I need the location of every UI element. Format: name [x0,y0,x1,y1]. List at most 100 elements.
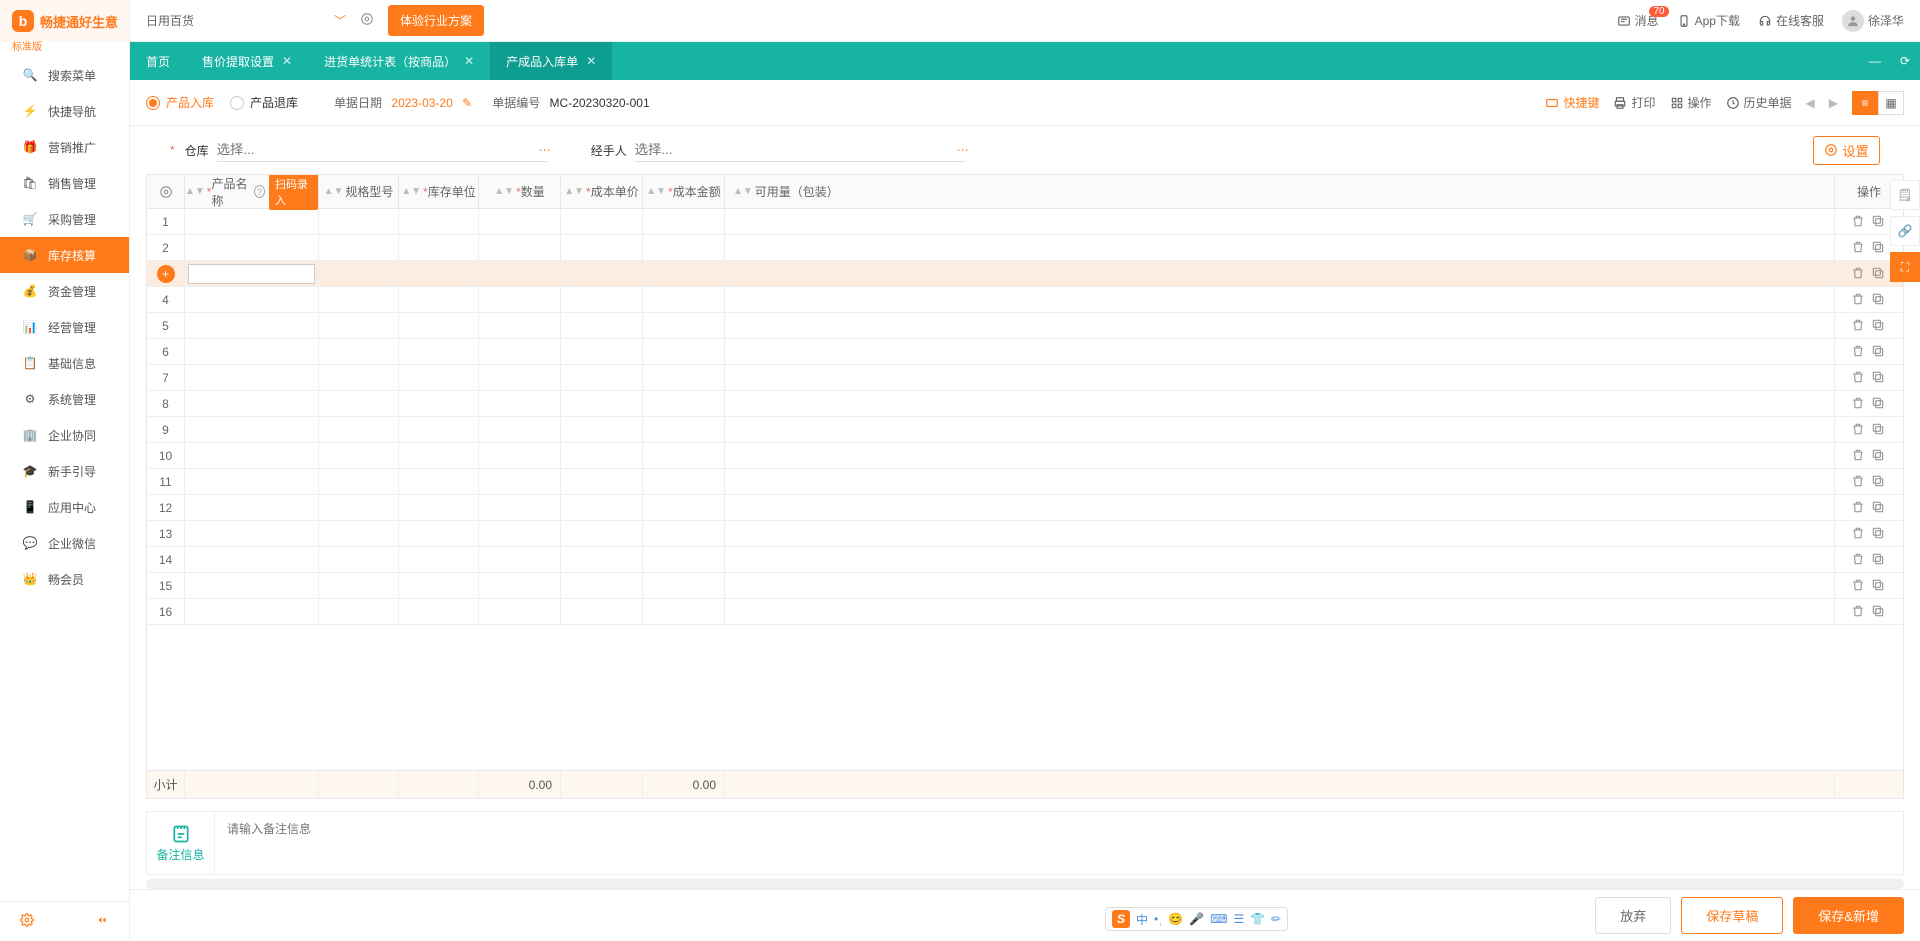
col-qty[interactable]: ▲▼*数量 [479,175,561,208]
online-service-button[interactable]: 在线客服 [1758,12,1824,29]
edit-icon[interactable]: ✎ [462,96,472,110]
table-row[interactable]: 5 [147,313,1903,339]
radio-product-out[interactable]: 产品退库 [230,94,298,111]
sidebar-item-9[interactable]: ⚙系统管理 [0,381,129,417]
table-row[interactable]: 13 [147,521,1903,547]
tab-3[interactable]: 产成品入库单✕ [490,42,612,80]
table-row[interactable]: 12 [147,495,1903,521]
table-row[interactable]: 15 [147,573,1903,599]
delete-row-icon[interactable] [1851,266,1867,282]
user-menu[interactable]: 徐泽华 [1842,10,1904,32]
sidebar-item-4[interactable]: 🛒采购管理 [0,201,129,237]
next-button[interactable]: ▶ [1829,96,1838,110]
sidebar-item-11[interactable]: 🎓新手引导 [0,453,129,489]
sidebar-item-5[interactable]: 📦库存核算 [0,237,129,273]
sidebar-item-8[interactable]: 📋基础信息 [0,345,129,381]
history-button[interactable]: 历史单据 [1726,94,1792,111]
view-card[interactable]: ▦ [1878,91,1904,115]
delete-row-icon[interactable] [1851,422,1867,438]
table-row[interactable]: 1 [147,209,1903,235]
copy-row-icon[interactable] [1871,422,1887,438]
remark-input[interactable] [215,812,1903,874]
sidebar-item-6[interactable]: 💰资金管理 [0,273,129,309]
table-row[interactable]: 7 [147,365,1903,391]
copy-row-icon[interactable] [1871,318,1887,334]
handler-input[interactable] [635,138,965,162]
settings-icon[interactable] [20,913,34,930]
try-industry-button[interactable]: 体验行业方案 [388,5,484,36]
copy-row-icon[interactable] [1871,396,1887,412]
col-product-name[interactable]: ▲▼*产品名称?扫码录入 [185,175,319,208]
gear-icon[interactable] [360,12,374,29]
save-new-button[interactable]: 保存&新增 [1793,897,1904,934]
delete-row-icon[interactable] [1851,370,1867,386]
delete-row-icon[interactable] [1851,214,1867,230]
delete-row-icon[interactable] [1851,344,1867,360]
sidebar-item-12[interactable]: 📱应用中心 [0,489,129,525]
table-row[interactable]: 4 [147,287,1903,313]
sidebar-item-7[interactable]: 📊经营管理 [0,309,129,345]
sidebar-item-2[interactable]: 🎁营销推广 [0,129,129,165]
col-settings[interactable] [147,175,185,208]
copy-row-icon[interactable] [1871,344,1887,360]
handler-picker-icon[interactable]: ⋯ [957,143,969,157]
discard-button[interactable]: 放弃 [1595,897,1671,934]
copy-row-icon[interactable] [1871,474,1887,490]
tab-close-icon[interactable]: ✕ [464,54,474,68]
sidebar-item-14[interactable]: 👑畅会员 [0,561,129,597]
table-row[interactable]: + [147,261,1903,287]
sidebar-item-0[interactable]: 🔍搜索菜单 [0,57,129,93]
copy-row-icon[interactable] [1871,214,1887,230]
scrollbar[interactable] [146,879,1904,889]
settings-button[interactable]: 设置 [1813,136,1880,165]
sidebar-item-13[interactable]: 💬企业微信 [0,525,129,561]
tab-1[interactable]: 售价提取设置✕ [186,42,308,80]
shortcut-button[interactable]: 快捷键 [1545,94,1599,111]
table-row[interactable]: 8 [147,391,1903,417]
prev-button[interactable]: ◀ [1806,96,1815,110]
print-button[interactable]: 打印 [1613,94,1655,111]
col-amount[interactable]: ▲▼*成本金额 [643,175,725,208]
dock-note-icon[interactable]: 🗒 [1890,180,1920,210]
business-unit-select[interactable]: 日用百货 ﹀ [146,12,346,29]
tab-refresh[interactable]: ⟳ [1890,42,1920,80]
messages-button[interactable]: 消息 70 [1617,12,1659,29]
col-available[interactable]: ▲▼可用量（包装） [725,175,1835,208]
sidebar-item-3[interactable]: 🛍销售管理 [0,165,129,201]
delete-row-icon[interactable] [1851,500,1867,516]
delete-row-icon[interactable] [1851,396,1867,412]
delete-row-icon[interactable] [1851,552,1867,568]
date-value[interactable]: 2023-03-20 [391,96,452,110]
radio-product-in[interactable]: 产品入库 [146,94,214,111]
copy-row-icon[interactable] [1871,370,1887,386]
delete-row-icon[interactable] [1851,526,1867,542]
copy-row-icon[interactable] [1871,552,1887,568]
copy-row-icon[interactable] [1871,604,1887,620]
copy-row-icon[interactable] [1871,500,1887,516]
delete-row-icon[interactable] [1851,474,1867,490]
tab-close-icon[interactable]: ✕ [586,54,596,68]
table-row[interactable]: 16 [147,599,1903,625]
tab-2[interactable]: 进货单统计表（按商品）✕ [308,42,490,80]
add-row-icon[interactable]: + [157,265,175,283]
delete-row-icon[interactable] [1851,604,1867,620]
col-price[interactable]: ▲▼*成本单价 [561,175,643,208]
delete-row-icon[interactable] [1851,292,1867,308]
table-row[interactable]: 2 [147,235,1903,261]
delete-row-icon[interactable] [1851,448,1867,464]
copy-row-icon[interactable] [1871,448,1887,464]
copy-row-icon[interactable] [1871,526,1887,542]
table-row[interactable]: 14 [147,547,1903,573]
warehouse-input[interactable] [217,138,547,162]
dock-link-icon[interactable]: 🔗 [1890,216,1920,246]
save-draft-button[interactable]: 保存草稿 [1681,897,1783,934]
table-row[interactable]: 6 [147,339,1903,365]
dock-expand-icon[interactable]: ⛶ [1890,252,1920,282]
operate-button[interactable]: 操作 [1670,94,1712,111]
col-unit[interactable]: ▲▼*库存单位 [399,175,479,208]
product-name-input[interactable] [188,264,314,284]
col-spec[interactable]: ▲▼规格型号 [319,175,399,208]
copy-row-icon[interactable] [1871,240,1887,256]
tab-close-icon[interactable]: ✕ [282,54,292,68]
table-row[interactable]: 9 [147,417,1903,443]
